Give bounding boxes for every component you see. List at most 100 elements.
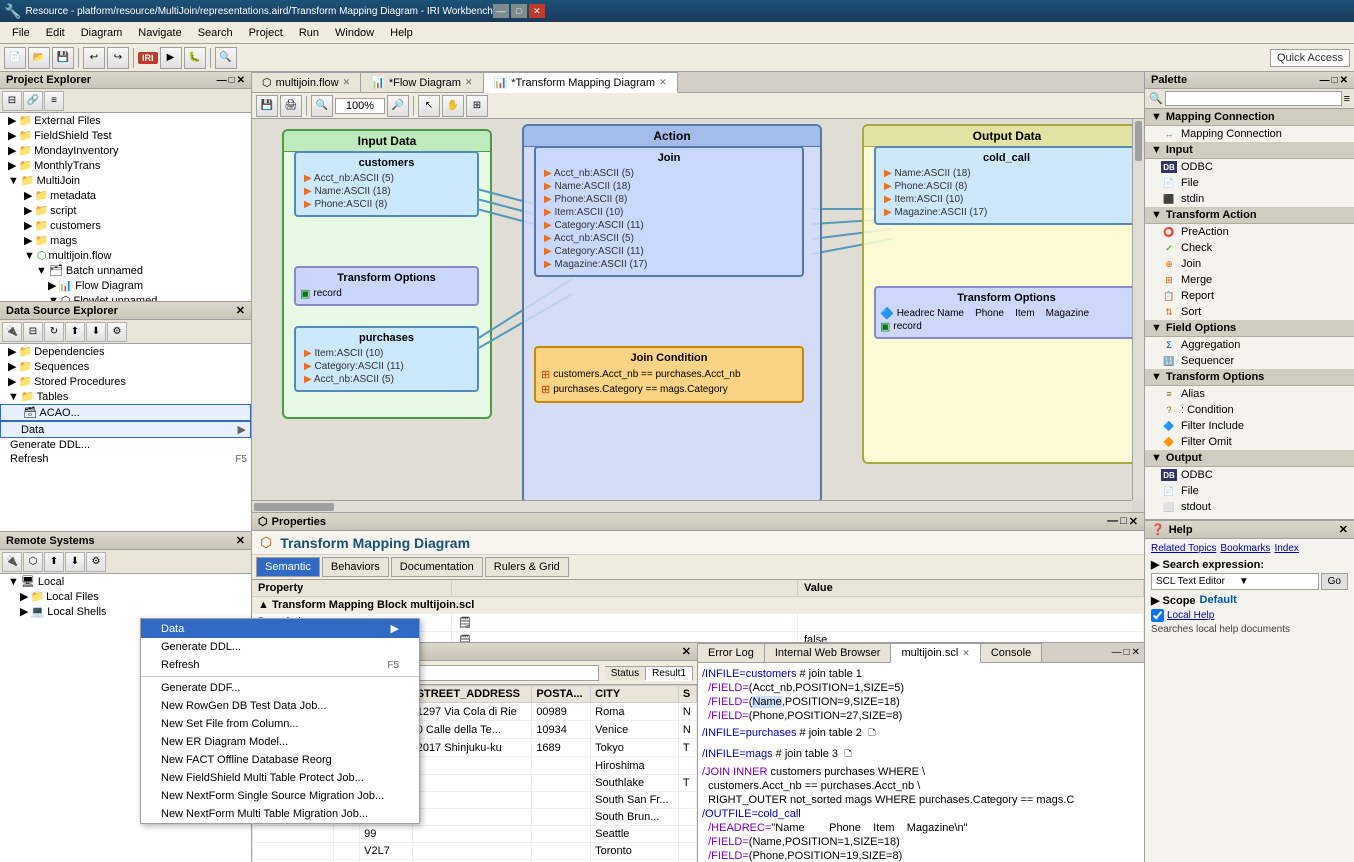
menu-edit[interactable]: Edit [38,25,73,41]
palette-item-preaction[interactable]: ⭕ PreAction [1145,224,1354,240]
prop-disable-value[interactable]: false [798,632,1144,642]
toolbar-debug[interactable]: 🐛 [184,47,206,69]
menu-file[interactable]: File [4,25,38,41]
palette-search-input[interactable] [1165,91,1342,106]
tab-flow-diagram[interactable]: 📊 *Flow Diagram ✕ [361,72,483,92]
diagram-canvas[interactable]: Input Data customers Acct_nb:ASCII (5) N… [252,119,1144,512]
palette-section-input-header[interactable]: ▼ Input [1145,142,1354,159]
palette-close[interactable]: ✕ [1340,75,1348,86]
tree-sequences[interactable]: ▶📁 Sequences [0,359,251,374]
tree-refresh[interactable]: RefreshF5 [0,452,251,466]
palette-item-file-input[interactable]: 📄 File [1145,175,1354,191]
menu-window[interactable]: Window [327,25,382,41]
tab-multijoin-scl[interactable]: multijoin.scl ✕ [891,643,980,663]
palette-item-aggregation[interactable]: Σ Aggregation [1145,337,1354,353]
h-scrollbar[interactable] [252,500,1132,512]
palette-item-odbc-output[interactable]: DB ODBC [1145,467,1354,483]
prop-section-transform[interactable]: ▲ Transform Mapping Block multijoin.scl [252,597,1144,613]
palette-item-odbc-input[interactable]: DB ODBC [1145,159,1354,175]
toolbar-undo[interactable]: ↩ [83,47,105,69]
tree-multijoin-flow[interactable]: ▼⬡ multijoin.flow [0,248,251,263]
purchases-box[interactable]: purchases Item:ASCII (10) Category:ASCII… [294,326,479,392]
dse-btn5[interactable]: ⬇ [86,322,106,342]
palette-section-to-header[interactable]: ▼ Transform Options [1145,369,1354,386]
local-help-checkbox[interactable] [1151,609,1164,622]
minimize-button[interactable]: — [493,4,509,18]
cold-call-box[interactable]: cold_call Name:ASCII (18) Phone:ASCII (8… [874,146,1132,225]
ctx-new-set-file[interactable]: New Set File from Column... [141,715,419,733]
tab-semantic[interactable]: Semantic [256,557,320,577]
tab-error-log[interactable]: Error Log [698,643,765,662]
tab-close-flowdiag[interactable]: ✕ [465,77,473,88]
project-tree[interactable]: ▶📁 External Files ▶📁 FieldShield Test ▶📁… [0,113,251,301]
pe-link[interactable]: 🔗 [23,91,43,111]
tree-local-shells[interactable]: ▶💻 Local Shells [0,604,251,619]
log-maximize[interactable]: □ [1124,647,1130,658]
prop-minimize[interactable]: — [1107,515,1118,528]
diag-pan[interactable]: ✋ [442,95,464,117]
tab-documentation[interactable]: Documentation [391,557,483,577]
diag-select[interactable]: ↖ [418,95,440,117]
prop-desc-value[interactable] [798,614,1144,631]
dse-btn3[interactable]: ↻ [44,322,64,342]
menu-help[interactable]: Help [382,25,421,41]
tab-status[interactable]: Status [605,666,646,680]
ctx-new-rowgen[interactable]: New RowGen DB Test Data Job... [141,697,419,715]
tree-table-data[interactable]: Data▶ [0,421,251,438]
tree-dependencies[interactable]: ▶📁 Dependencies [0,344,251,359]
tab-multijoin-flow[interactable]: ⬡ multijoin.flow ✕ [252,72,361,92]
diag-zoom-in[interactable]: 🔍 [311,95,333,117]
tree-flow-diagram[interactable]: ▶📊 Flow Diagram [0,278,251,293]
tab-behaviors[interactable]: Behaviors [322,557,389,577]
dse-btn2[interactable]: ⊟ [23,322,43,342]
transform-options-output[interactable]: Transform Options 🔷 Headrec Name Phone I… [874,286,1132,339]
pe-menu[interactable]: ≡ [44,91,64,111]
close-button[interactable]: ✕ [529,4,545,18]
ctx-refresh[interactable]: Refresh F5 [141,656,419,674]
tree-flowlet[interactable]: ▼⬡ Flowlet unnamed [0,293,251,301]
palette-item-mapping-connection[interactable]: ↔ Mapping Connection [1145,126,1354,142]
tree-multijoin[interactable]: ▼📁 MultiJoin [0,173,251,188]
diag-zoom-out[interactable]: 🔎 [387,95,409,117]
rs-btn1[interactable]: 🔌 [2,552,22,572]
tree-stored-procs[interactable]: ▶📁 Stored Procedures [0,374,251,389]
tree-monthly[interactable]: ▶📁 MonthlyTrans [0,158,251,173]
tree-metadata[interactable]: ▶📁 metadata [0,188,251,203]
toolbar-redo[interactable]: ↪ [107,47,129,69]
diag-print[interactable]: 🖨 [280,95,302,117]
tree-script[interactable]: ▶📁 script [0,203,251,218]
toolbar-search[interactable]: 🔍 [215,47,237,69]
palette-item-alias[interactable]: ≡ Alias [1145,386,1354,402]
ctx-data[interactable]: Data ▶ [141,619,419,638]
dse-close[interactable]: ✕ [236,304,245,317]
palette-item-file-output[interactable]: 📄 File [1145,483,1354,499]
palette-minimize[interactable]: — [1320,75,1330,86]
palette-item-check[interactable]: ✓ Check [1145,240,1354,256]
rs-btn4[interactable]: ⬇ [65,552,85,572]
palette-section-output-header[interactable]: ▼ Output [1145,450,1354,467]
pe-collapse-all[interactable]: ⊟ [2,91,22,111]
ctx-generate-ddl[interactable]: Generate DDL... [141,638,419,656]
ctx-generate-ddf[interactable]: Generate DDF... [141,679,419,697]
menu-diagram[interactable]: Diagram [73,25,131,41]
tree-fieldshield[interactable]: ▶📁 FieldShield Test [0,128,251,143]
ctx-new-nextform-single[interactable]: New NextForm Single Source Migration Job… [141,787,419,805]
palette-menu-icon[interactable]: ≡ [1344,93,1350,105]
palette-maximize[interactable]: □ [1332,75,1338,86]
palette-item-report[interactable]: 📋 Report [1145,288,1354,304]
tab-close-flow[interactable]: ✕ [343,77,351,88]
tree-local[interactable]: ▼🖥 Local [0,574,251,589]
palette-item-stdout[interactable]: ⬜ stdout [1145,499,1354,515]
dse-btn4[interactable]: ⬆ [65,322,85,342]
tree-customers[interactable]: ▶📁 customers [0,218,251,233]
customers-box[interactable]: customers Acct_nb:ASCII (5) Name:ASCII (… [294,151,479,217]
palette-section-fo-header[interactable]: ▼ Field Options [1145,320,1354,337]
ctx-new-er-diagram[interactable]: New ER Diagram Model... [141,733,419,751]
local-help-link[interactable]: Local Help [1167,610,1214,621]
sql-close[interactable]: ✕ [682,645,691,658]
tab-rulers-grid[interactable]: Rulers & Grid [485,557,569,577]
palette-item-merge[interactable]: ⊞ Merge [1145,272,1354,288]
palette-section-mapping-header[interactable]: ▼ Mapping Connection [1145,109,1354,126]
rs-btn3[interactable]: ⬆ [44,552,64,572]
palette-item-sort[interactable]: ⇅ Sort [1145,304,1354,320]
